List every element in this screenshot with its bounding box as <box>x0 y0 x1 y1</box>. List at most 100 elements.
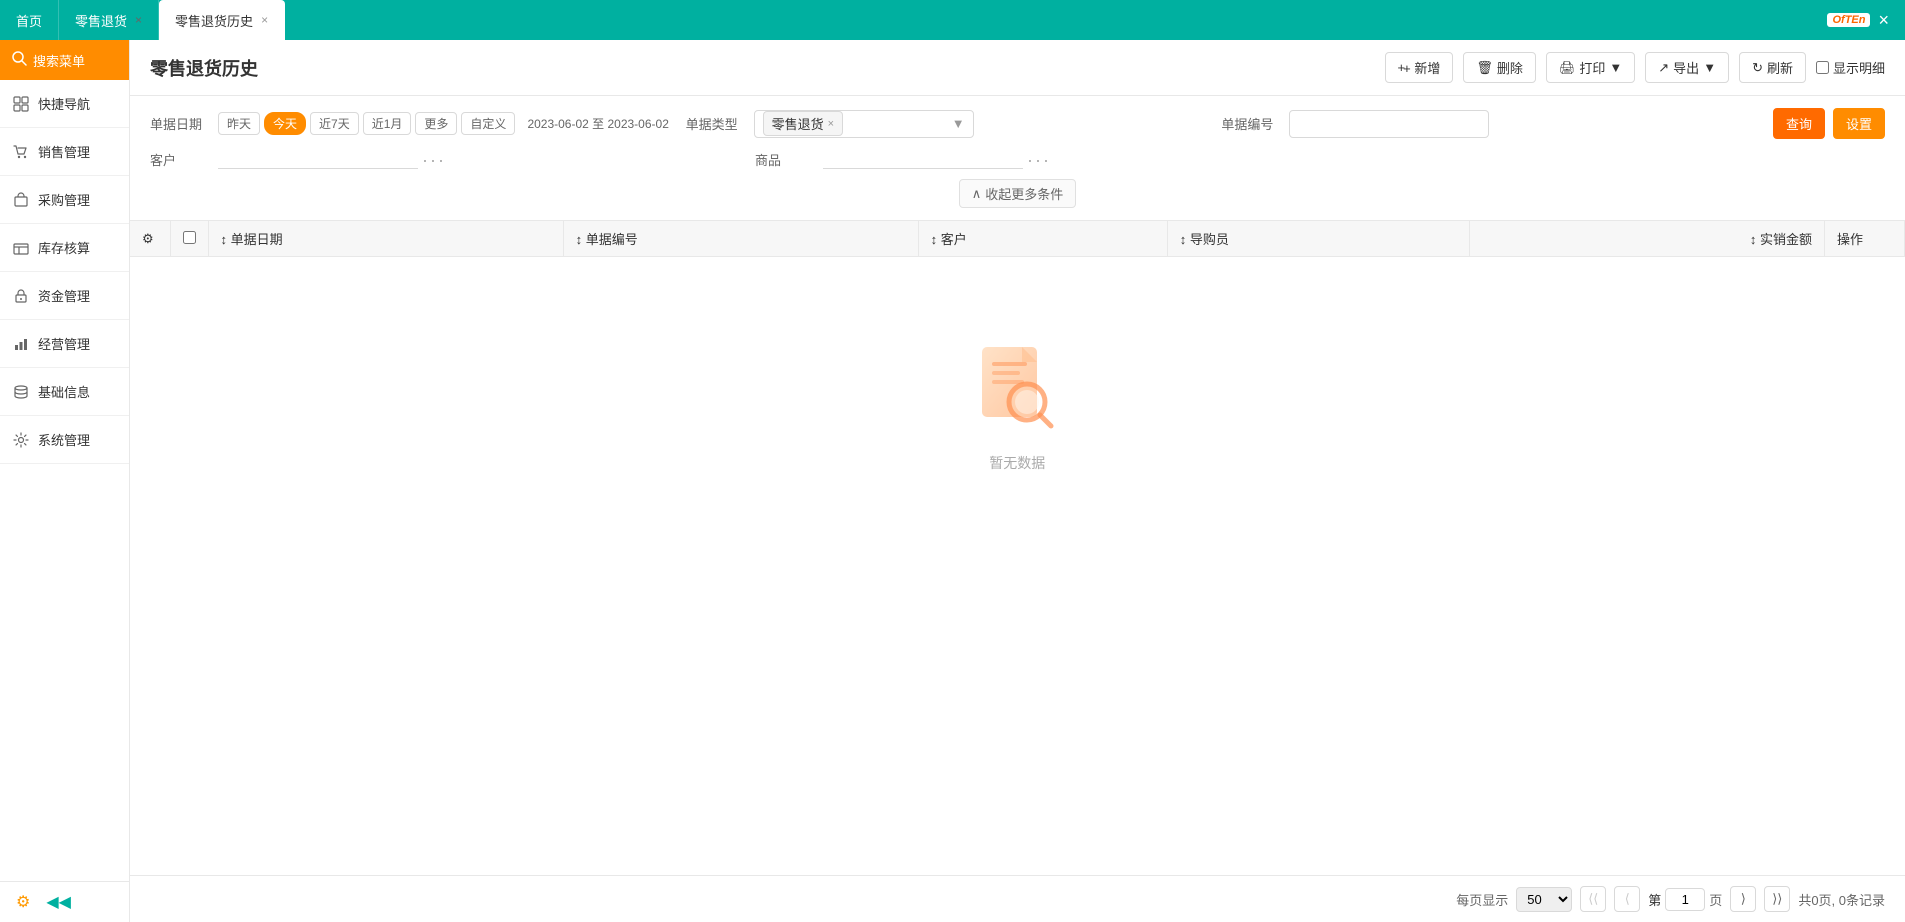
sidebar-item-label: 采购管理 <box>38 190 90 209</box>
sidebar-search[interactable]: 搜索菜单 <box>0 40 129 80</box>
last-page-button[interactable]: ⟩⟩ <box>1764 886 1790 912</box>
page-header: 零售退货历史 + + 新增 🗑 删除 🖨 打印 ▼ <box>130 40 1905 96</box>
new-button[interactable]: + + 新增 <box>1385 52 1454 83</box>
page-size-label: 每页显示 <box>1456 890 1508 909</box>
top-bar: 首页 零售退货 × 零售退货历史 × OfTEn × <box>0 0 1905 40</box>
type-tag-close[interactable]: × <box>828 118 834 130</box>
sidebar-item-operation[interactable]: 经营管理 <box>0 320 129 368</box>
type-filter-select[interactable]: 零售退货 × ▼ <box>754 110 974 138</box>
tab-home[interactable]: 首页 <box>0 0 59 40</box>
type-select-arrow: ▼ <box>952 116 965 131</box>
goods-dots: ··· <box>1027 151 1051 169</box>
next-page-button[interactable]: ⟩ <box>1730 886 1756 912</box>
main-layout: 搜索菜单 快捷导航 销售管理 采购管理 库存核算 <box>0 40 1905 922</box>
date-btn-more[interactable]: 更多 <box>415 112 457 135</box>
refresh-button[interactable]: ↻ 刷新 <box>1739 52 1806 83</box>
select-all-checkbox[interactable] <box>183 231 196 244</box>
filter-row-1: 单据日期 昨天 今天 近7天 近1月 更多 自定义 2023-06-02 至 2… <box>150 108 1885 139</box>
page-input-group: 第 页 <box>1648 888 1722 911</box>
number-filter-input[interactable] <box>1289 110 1489 138</box>
page-title: 零售退货历史 <box>150 55 258 81</box>
table-settings-icon[interactable]: ⚙ <box>142 231 154 246</box>
sidebar-item-system[interactable]: 系统管理 <box>0 416 129 464</box>
sidebar-item-label: 基础信息 <box>38 382 90 401</box>
empty-state: 暂无数据 <box>130 257 1905 553</box>
prev-page-button[interactable]: ⟨ <box>1614 886 1640 912</box>
goods-filter-label: 商品 <box>755 150 815 169</box>
delete-icon: 🗑 <box>1476 60 1493 76</box>
window-close-button[interactable]: × <box>1878 10 1889 31</box>
customer-filter-label: 客户 <box>150 150 210 169</box>
filter-area: 单据日期 昨天 今天 近7天 近1月 更多 自定义 2023-06-02 至 2… <box>130 96 1905 221</box>
type-filter-label: 单据类型 <box>686 114 746 133</box>
sidebar-item-sales[interactable]: 销售管理 <box>0 128 129 176</box>
date-btn-1month[interactable]: 近1月 <box>363 112 412 135</box>
table-header: ⚙ ↕ 单据日期 ↕ 单据编号 <box>130 221 1905 257</box>
empty-text: 暂无数据 <box>989 453 1045 473</box>
settings-bottom-icon[interactable]: ⚙ <box>16 892 30 912</box>
tab-retail-return-history[interactable]: 零售退货历史 × <box>159 0 285 40</box>
content-area: 零售退货历史 + + 新增 🗑 删除 🖨 打印 ▼ <box>130 40 1905 922</box>
sidebar: 搜索菜单 快捷导航 销售管理 采购管理 库存核算 <box>0 40 130 922</box>
sidebar-item-quick-nav[interactable]: 快捷导航 <box>0 80 129 128</box>
first-page-button[interactable]: ⟨⟨ <box>1580 886 1606 912</box>
pagination: 每页显示 20 50 100 ⟨⟨ ⟨ 第 页 ⟩ ⟩⟩ 共0页, 0条记录 <box>130 875 1905 922</box>
empty-icon <box>967 337 1067 437</box>
customer-filter-input[interactable] <box>218 149 418 169</box>
top-bar-right: OfTEn × <box>1827 10 1905 31</box>
sidebar-item-label: 库存核算 <box>38 238 90 257</box>
query-button[interactable]: 查询 <box>1773 108 1825 139</box>
goods-filter-input[interactable] <box>823 149 1023 169</box>
sidebar-bottom: ⚙ ◀◀ <box>0 881 129 922</box>
box-icon <box>12 239 30 257</box>
print-dropdown-arrow: ▼ <box>1609 60 1622 75</box>
sidebar-item-label: 系统管理 <box>38 430 90 449</box>
page-number-input[interactable] <box>1665 888 1705 911</box>
sound-bottom-icon[interactable]: ◀◀ <box>46 892 71 912</box>
date-filter: 昨天 今天 近7天 近1月 更多 自定义 2023-06-02 至 2023-0… <box>218 112 686 135</box>
setting-button[interactable]: 设置 <box>1833 108 1885 139</box>
sidebar-item-label: 资金管理 <box>38 286 90 305</box>
date-filter-label: 单据日期 <box>150 114 210 133</box>
page-label-before: 第 <box>1648 890 1661 909</box>
display-detail-checkbox[interactable] <box>1816 61 1829 74</box>
th-checkbox[interactable] <box>170 221 208 257</box>
sidebar-item-label: 经营管理 <box>38 334 90 353</box>
display-detail-checkbox-label[interactable]: 显示明细 <box>1816 58 1885 77</box>
date-btn-yesterday[interactable]: 昨天 <box>218 112 260 135</box>
page-size-select[interactable]: 20 50 100 <box>1516 887 1572 912</box>
date-btn-custom[interactable]: 自定义 <box>461 112 515 135</box>
date-btn-7days[interactable]: 近7天 <box>310 112 359 135</box>
delete-button[interactable]: 🗑 删除 <box>1463 52 1536 83</box>
sidebar-item-label: 销售管理 <box>38 142 90 161</box>
tab-retail-return-history-close[interactable]: × <box>261 13 268 27</box>
toolbar: + + 新增 🗑 删除 🖨 打印 ▼ ↗ 导出 <box>1385 52 1885 83</box>
print-button[interactable]: 🖨 打印 ▼ <box>1546 52 1635 83</box>
th-amount: ↕ 实销金额 <box>1469 221 1824 257</box>
sidebar-search-label: 搜索菜单 <box>33 51 85 70</box>
collapse-button[interactable]: ∧ 收起更多条件 <box>959 179 1077 208</box>
sidebar-item-basic[interactable]: 基础信息 <box>0 368 129 416</box>
lock-icon <box>12 287 30 305</box>
search-icon <box>12 51 27 69</box>
filter-row-2: 客户 ··· 商品 ··· <box>150 149 1885 169</box>
refresh-icon: ↻ <box>1752 60 1763 76</box>
export-button[interactable]: ↗ 导出 ▼ <box>1645 52 1729 83</box>
date-btn-today[interactable]: 今天 <box>264 112 306 135</box>
export-icon: ↗ <box>1658 60 1669 76</box>
page-title-row: 零售退货历史 + + 新增 🗑 删除 🖨 打印 ▼ <box>150 52 1885 83</box>
sidebar-item-inventory[interactable]: 库存核算 <box>0 224 129 272</box>
th-customer: ↕ 客户 <box>918 221 1167 257</box>
th-settings[interactable]: ⚙ <box>130 221 170 257</box>
chart-icon <box>12 335 30 353</box>
sidebar-item-purchase[interactable]: 采购管理 <box>0 176 129 224</box>
th-action: 操作 <box>1825 221 1905 257</box>
nav-icon <box>12 95 30 113</box>
sidebar-item-label: 快捷导航 <box>38 94 90 113</box>
th-number: ↕ 单据编号 <box>563 221 918 257</box>
tab-retail-return-close[interactable]: × <box>135 13 142 27</box>
tab-retail-return[interactable]: 零售退货 × <box>59 0 159 40</box>
page-total-text: 共0页, 0条记录 <box>1798 890 1885 909</box>
data-table: ⚙ ↕ 单据日期 ↕ 单据编号 <box>130 221 1905 553</box>
sidebar-item-finance[interactable]: 资金管理 <box>0 272 129 320</box>
